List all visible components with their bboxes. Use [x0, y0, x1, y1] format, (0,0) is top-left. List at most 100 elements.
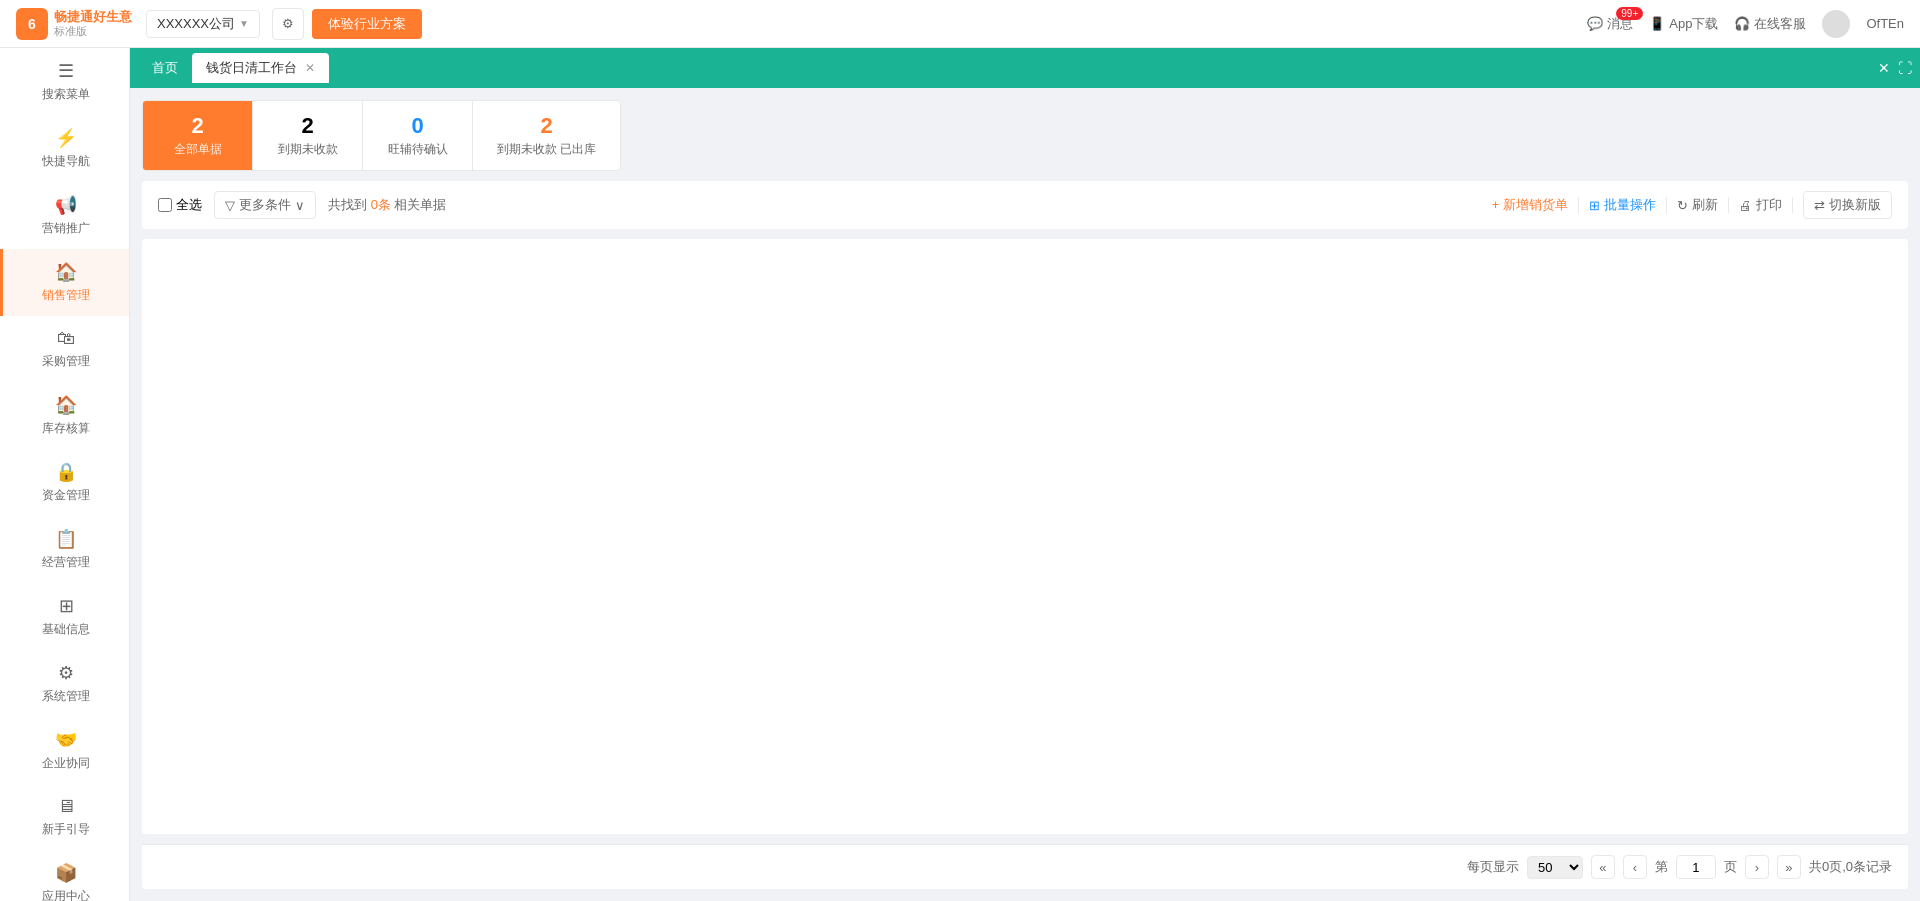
sidebar-item-operations[interactable]: 📋 经营管理: [0, 516, 129, 583]
cooperation-icon: 🤝: [55, 729, 77, 751]
sidebar-item-inventory[interactable]: 🏠 库存核算: [0, 382, 129, 449]
tab-bar: 首页 钱货日清工作台 ✕ ✕ ⛶: [130, 48, 1920, 88]
sidebar: ☰ 搜索菜单 ⚡ 快捷导航 📢 营销推广 🏠 销售管理 🛍 采购管理 🏠 库: [0, 48, 130, 901]
tab-work-desk[interactable]: 钱货日清工作台 ✕: [192, 53, 329, 83]
content-area: 首页 钱货日清工作台 ✕ ✕ ⛶ 2 全部单据: [130, 48, 1920, 901]
service-icon: 🎧: [1734, 16, 1750, 31]
refresh-icon: ↻: [1677, 198, 1688, 213]
settings-button[interactable]: ⚙: [272, 8, 304, 40]
sidebar-item-finance[interactable]: 🔒 资金管理: [0, 449, 129, 516]
stat-tab-pending[interactable]: 0 旺辅待确认: [363, 101, 473, 170]
stat-count-overdue: 2: [277, 113, 338, 139]
username-label: OfTEn: [1866, 16, 1904, 31]
stat-count-shipped: 2: [497, 113, 596, 139]
app-container: 6 畅捷通好生意 标准版 XXXXXX公司 ▼ ⚙ 体验行业方案 💬 消息 99…: [0, 0, 1920, 901]
last-page-button[interactable]: »: [1777, 855, 1801, 879]
filter-chevron-icon: ∨: [295, 198, 305, 213]
switch-icon: ⇄: [1814, 198, 1825, 213]
refresh-button[interactable]: ↻ 刷新: [1677, 196, 1718, 214]
quick-nav-icon: ⚡: [55, 127, 77, 149]
table-area: [142, 239, 1908, 834]
guide-icon: 🖥: [57, 796, 75, 817]
prev-page-button[interactable]: ‹: [1623, 855, 1647, 879]
filter-icon: ▽: [225, 198, 235, 213]
sidebar-item-sales[interactable]: 🏠 销售管理: [0, 249, 129, 316]
select-all-checkbox-label[interactable]: 全选: [158, 196, 202, 214]
sidebar-label-quick-nav: 快捷导航: [42, 153, 90, 170]
batch-operation-button[interactable]: ⊞ 批量操作: [1589, 196, 1656, 214]
company-name: XXXXXX公司: [157, 15, 235, 33]
tab-close-icon[interactable]: ✕: [305, 61, 315, 75]
inventory-icon: 🏠: [55, 394, 77, 416]
sidebar-item-basics[interactable]: ⊞ 基础信息: [0, 583, 129, 650]
message-icon: 💬: [1587, 16, 1603, 31]
stats-tabs: 2 全部单据 2 到期未收款 0 旺辅待确认 2 到期未收款 已出库: [142, 100, 621, 171]
download-icon: 📱: [1649, 16, 1665, 31]
top-header: 6 畅捷通好生意 标准版 XXXXXX公司 ▼ ⚙ 体验行业方案 💬 消息 99…: [0, 0, 1920, 48]
sidebar-label-finance: 资金管理: [42, 487, 90, 504]
per-page-select[interactable]: 50 20 100: [1527, 856, 1583, 879]
tab-work-desk-label: 钱货日清工作台: [206, 59, 297, 77]
message-button[interactable]: 💬 消息 99+: [1587, 15, 1633, 33]
app-download-button[interactable]: 📱 App下载: [1649, 15, 1718, 33]
sales-icon: 🏠: [55, 261, 77, 283]
logo-sub-text: 标准版: [54, 25, 132, 38]
filter-button[interactable]: ▽ 更多条件 ∨: [214, 191, 316, 219]
purchase-icon: 🛍: [57, 328, 75, 349]
sidebar-label-app-center: 应用中心: [42, 888, 90, 901]
add-order-button[interactable]: + 新增销货单: [1488, 196, 1568, 214]
basics-icon: ⊞: [59, 595, 74, 617]
pagination: 每页显示 50 20 100 « ‹ 第 1 页 › » 共0页,0条记录: [142, 844, 1908, 889]
page-suffix-label: 页: [1724, 858, 1737, 876]
avatar[interactable]: [1822, 10, 1850, 38]
stat-tab-overdue[interactable]: 2 到期未收款: [253, 101, 363, 170]
stat-label-overdue: 到期未收款: [277, 141, 338, 158]
first-page-button[interactable]: «: [1591, 855, 1615, 879]
tab-home[interactable]: 首页: [138, 53, 192, 83]
operations-icon: 📋: [55, 528, 77, 550]
sidebar-item-quick-nav[interactable]: ⚡ 快捷导航: [0, 115, 129, 182]
window-expand-icon[interactable]: ⛶: [1898, 60, 1912, 76]
sidebar-label-system: 系统管理: [42, 688, 90, 705]
select-all-checkbox[interactable]: [158, 198, 172, 212]
stat-tab-shipped[interactable]: 2 到期未收款 已出库: [473, 101, 620, 170]
message-badge: 99+: [1616, 7, 1643, 20]
header-right: 💬 消息 99+ 📱 App下载 🎧 在线客服 OfTEn: [1587, 10, 1904, 38]
stat-count-pending: 0: [387, 113, 448, 139]
found-count: 0条: [371, 197, 391, 212]
next-page-button[interactable]: ›: [1745, 855, 1769, 879]
sidebar-item-system[interactable]: ⚙ 系统管理: [0, 650, 129, 717]
sidebar-label-cooperation: 企业协同: [42, 755, 90, 772]
stat-tab-all[interactable]: 2 全部单据: [143, 101, 253, 170]
sidebar-item-app-center[interactable]: 📦 应用中心: [0, 850, 129, 901]
sidebar-item-purchase[interactable]: 🛍 采购管理: [0, 316, 129, 382]
logo-text: 畅捷通好生意 标准版: [54, 9, 132, 38]
logo-area: 6 畅捷通好生意 标准版: [16, 8, 146, 40]
tab-window-controls: ✕ ⛶: [1878, 60, 1912, 76]
sidebar-item-search-menu[interactable]: ☰ 搜索菜单: [0, 48, 129, 115]
stat-label-pending: 旺辅待确认: [387, 141, 448, 158]
sidebar-item-cooperation[interactable]: 🤝 企业协同: [0, 717, 129, 784]
system-icon: ⚙: [58, 662, 74, 684]
stat-label-all: 全部单据: [167, 141, 228, 158]
toolbar-right: + 新增销货单 ⊞ 批量操作 ↻ 刷新: [1488, 191, 1892, 219]
app-center-icon: 📦: [55, 862, 77, 884]
window-close-icon[interactable]: ✕: [1878, 60, 1890, 76]
divider-1: [1578, 197, 1579, 213]
sidebar-item-marketing[interactable]: 📢 营销推广: [0, 182, 129, 249]
online-service-button[interactable]: 🎧 在线客服: [1734, 15, 1806, 33]
company-selector[interactable]: XXXXXX公司 ▼: [146, 10, 260, 38]
main-area: ☰ 搜索菜单 ⚡ 快捷导航 📢 营销推广 🏠 销售管理 🛍 采购管理 🏠 库: [0, 48, 1920, 901]
sidebar-item-guide[interactable]: 🖥 新手引导: [0, 784, 129, 850]
page-number-input[interactable]: 1: [1676, 855, 1716, 879]
sidebar-label-operations: 经营管理: [42, 554, 90, 571]
print-button[interactable]: 🖨 打印: [1739, 196, 1782, 214]
switch-version-button[interactable]: ⇄ 切换新版: [1803, 191, 1892, 219]
divider-4: [1792, 197, 1793, 213]
trial-button[interactable]: 体验行业方案: [312, 9, 422, 39]
print-icon: 🖨: [1739, 198, 1752, 213]
sidebar-label-marketing: 营销推广: [42, 220, 90, 237]
sidebar-label-inventory: 库存核算: [42, 420, 90, 437]
chevron-down-icon: ▼: [239, 18, 249, 29]
sidebar-label-basics: 基础信息: [42, 621, 90, 638]
